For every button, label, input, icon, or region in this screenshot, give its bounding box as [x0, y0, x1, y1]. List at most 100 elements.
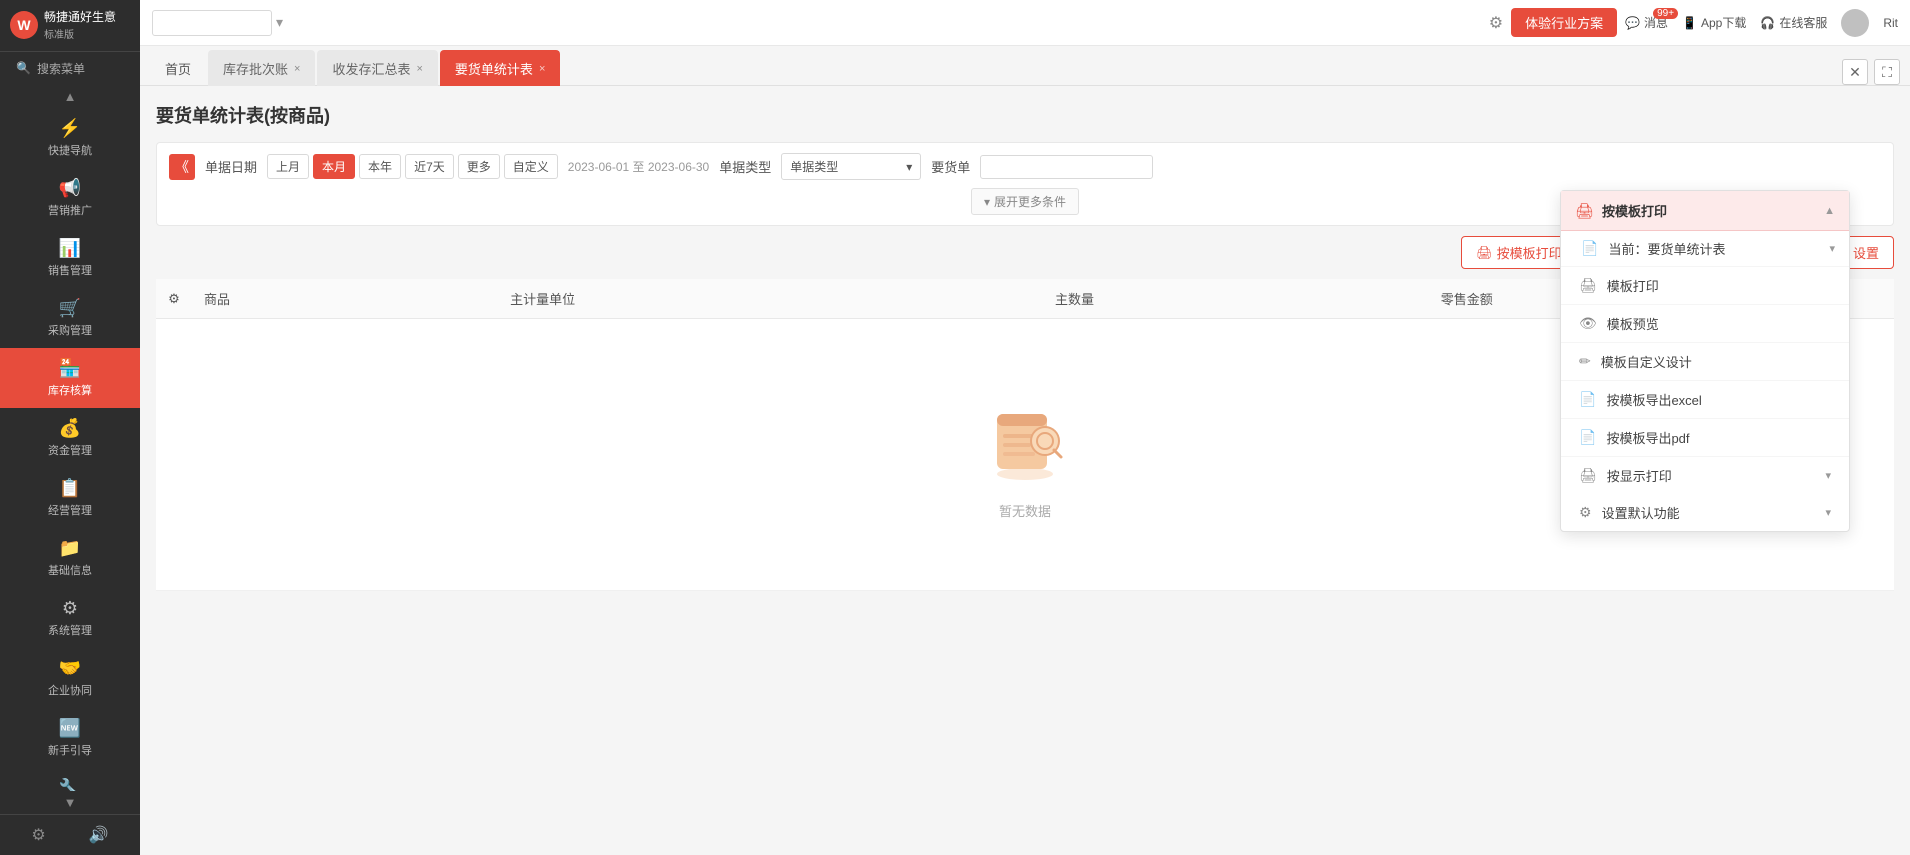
expand-more-btn[interactable]: ▾ 展开更多条件: [971, 188, 1079, 215]
display-print-icon: 🖨: [1579, 467, 1597, 484]
print-template-print[interactable]: 🖨 模板打印: [1561, 267, 1849, 305]
sidebar-item-inventory[interactable]: 🏪 库存核算: [0, 348, 140, 408]
tab-batch-account-close[interactable]: ×: [294, 63, 300, 75]
topbar-app-download[interactable]: 📱 App下载: [1682, 14, 1746, 31]
sidebar-item-sales[interactable]: 📊 销售管理: [0, 228, 140, 288]
sidebar-scroll-down[interactable]: ▼: [0, 791, 140, 814]
order-type-value: 单据类型: [790, 158, 838, 175]
sidebar-search-label: 搜索菜单: [37, 60, 85, 77]
export-pdf-icon: 📄: [1579, 429, 1596, 446]
username[interactable]: Rit: [1883, 16, 1898, 30]
footer-speaker-btn[interactable]: 🔊: [89, 825, 109, 845]
sidebar-item-collab[interactable]: 🤝 企业协同: [0, 648, 140, 708]
goods-filter-input[interactable]: [980, 155, 1153, 179]
date-btn-last-month[interactable]: 上月: [267, 154, 309, 179]
filter-expand-btn[interactable]: 《: [169, 154, 195, 180]
sidebar-item-appstore[interactable]: 🔧 应用中心: [0, 768, 140, 791]
sidebar-item-finance[interactable]: 💰 资金管理: [0, 408, 140, 468]
collab-icon: 🤝: [59, 658, 81, 679]
quick-nav-icon: ⚡: [59, 118, 81, 139]
tab-batch-account[interactable]: 库存批次账 ×: [208, 50, 315, 86]
tab-home[interactable]: 首页: [150, 50, 206, 86]
tab-order-stats[interactable]: 要货单统计表 ×: [440, 50, 560, 86]
topbar-breadcrumb: ▾: [152, 10, 1481, 36]
display-print-label: 按显示打印: [1607, 466, 1672, 485]
template-custom-icon: ✏: [1579, 353, 1591, 370]
table-col-gear: ⚙: [156, 279, 192, 319]
print-display-print[interactable]: 🖨 按显示打印 ▾: [1561, 457, 1849, 494]
empty-state-illustration: [975, 389, 1075, 489]
print-export-excel[interactable]: 📄 按模板导出excel: [1561, 381, 1849, 419]
date-btn-custom[interactable]: 自定义: [504, 154, 558, 179]
sidebar-item-label: 采购管理: [48, 322, 92, 338]
sidebar-logo: W 畅捷通好生意 标准版: [0, 0, 140, 52]
table-gear-icon[interactable]: ⚙: [168, 291, 180, 306]
topbar-message[interactable]: 💬 消息 99+: [1625, 14, 1668, 31]
footer-settings-btn[interactable]: ⚙: [31, 825, 45, 845]
marketing-icon: 📢: [59, 178, 81, 199]
date-btn-more[interactable]: 更多: [458, 154, 500, 179]
tab-order-stats-close[interactable]: ×: [539, 63, 545, 75]
set-default-icon: ⚙: [1579, 504, 1592, 521]
sidebar-item-operations[interactable]: 📋 经营管理: [0, 468, 140, 528]
sidebar-search[interactable]: 🔍 搜索菜单: [0, 52, 140, 85]
sidebar-item-quick-nav[interactable]: ⚡ 快捷导航: [0, 108, 140, 168]
print-icon: 🖨: [1476, 245, 1493, 261]
tab-close-all-btn[interactable]: ✕: [1842, 59, 1868, 85]
topbar-gear-icon[interactable]: ⚙: [1489, 13, 1503, 33]
print-template-custom[interactable]: ✏ 模板自定义设计: [1561, 343, 1849, 381]
sidebar-item-label: 基础信息: [48, 562, 92, 578]
tab-receipt-summary-close[interactable]: ×: [416, 63, 422, 75]
app-download-icon: 📱: [1682, 16, 1697, 30]
topbar-dropdown-btn[interactable]: ▾: [276, 14, 283, 31]
topbar-online-service[interactable]: 🎧 在线客服: [1760, 14, 1827, 31]
date-btn-7days[interactable]: 近7天: [405, 154, 454, 179]
topbar-search-input[interactable]: [152, 10, 272, 36]
app-name-block: 畅捷通好生意 标准版: [44, 10, 116, 41]
date-range-display: 2023-06-01 至 2023-06-30: [568, 158, 709, 175]
empty-state-text: 暂无数据: [999, 501, 1051, 520]
print-btn-label: 按模板打印: [1497, 243, 1562, 262]
user-avatar[interactable]: [1841, 9, 1869, 37]
print-set-default[interactable]: ⚙ 设置默认功能 ▾: [1561, 494, 1849, 531]
export-excel-icon: 📄: [1579, 391, 1596, 408]
print-export-pdf[interactable]: 📄 按模板导出pdf: [1561, 419, 1849, 457]
date-btn-this-year[interactable]: 本年: [359, 154, 401, 179]
guide-icon: 🆕: [59, 718, 81, 739]
print-dropdown-header[interactable]: 🖨 按模板打印 ▲: [1561, 191, 1849, 231]
tab-receipt-summary[interactable]: 收发存汇总表 ×: [317, 50, 437, 86]
online-service-icon: 🎧: [1760, 16, 1775, 30]
system-icon: ⚙: [62, 598, 78, 619]
sidebar-item-marketing[interactable]: 📢 营销推广: [0, 168, 140, 228]
print-template-preview[interactable]: 👁 模板预览: [1561, 305, 1849, 343]
online-service-label: 在线客服: [1779, 14, 1827, 31]
trial-btn[interactable]: 体验行业方案: [1511, 8, 1617, 37]
tab-order-stats-label: 要货单统计表: [455, 59, 533, 78]
base-icon: 📁: [59, 538, 81, 559]
expand-more-icon: ▾: [984, 195, 990, 209]
date-filter-label: 单据日期: [205, 157, 257, 176]
sidebar-item-system[interactable]: ⚙ 系统管理: [0, 588, 140, 648]
purchase-icon: 🛒: [59, 298, 81, 319]
tab-expand-btn[interactable]: ⛶: [1874, 59, 1900, 85]
print-dropdown: 🖨 按模板打印 ▲ 📄 当前：要货单统计表 ▾ 🖨 模板打印 👁 模板预览 ✏ …: [1560, 190, 1850, 532]
order-type-arrow: ▾: [906, 160, 912, 174]
table-col-quantity: 主数量: [1043, 279, 1429, 319]
app-name: 畅捷通好生意: [44, 10, 116, 26]
template-preview-icon: 👁: [1579, 315, 1597, 332]
table-col-goods: 商品: [192, 279, 498, 319]
tab-batch-account-label: 库存批次账: [223, 59, 288, 78]
finance-icon: 💰: [59, 418, 81, 439]
table-col-goods-label: 商品: [204, 292, 230, 307]
operations-icon: 📋: [59, 478, 81, 499]
sales-icon: 📊: [59, 238, 81, 259]
print-header-label: 按模板打印: [1602, 201, 1824, 220]
sidebar-item-purchase[interactable]: 🛒 采购管理: [0, 288, 140, 348]
order-type-select[interactable]: 单据类型 ▾: [781, 153, 921, 180]
print-current-template[interactable]: 📄 当前：要货单统计表 ▾: [1561, 231, 1849, 267]
goods-filter-label: 要货单: [931, 157, 970, 176]
sidebar-item-guide[interactable]: 🆕 新手引导: [0, 708, 140, 768]
sidebar-item-base[interactable]: 📁 基础信息: [0, 528, 140, 588]
date-btn-this-month[interactable]: 本月: [313, 154, 355, 179]
sidebar-scroll-up[interactable]: ▲: [0, 85, 140, 108]
